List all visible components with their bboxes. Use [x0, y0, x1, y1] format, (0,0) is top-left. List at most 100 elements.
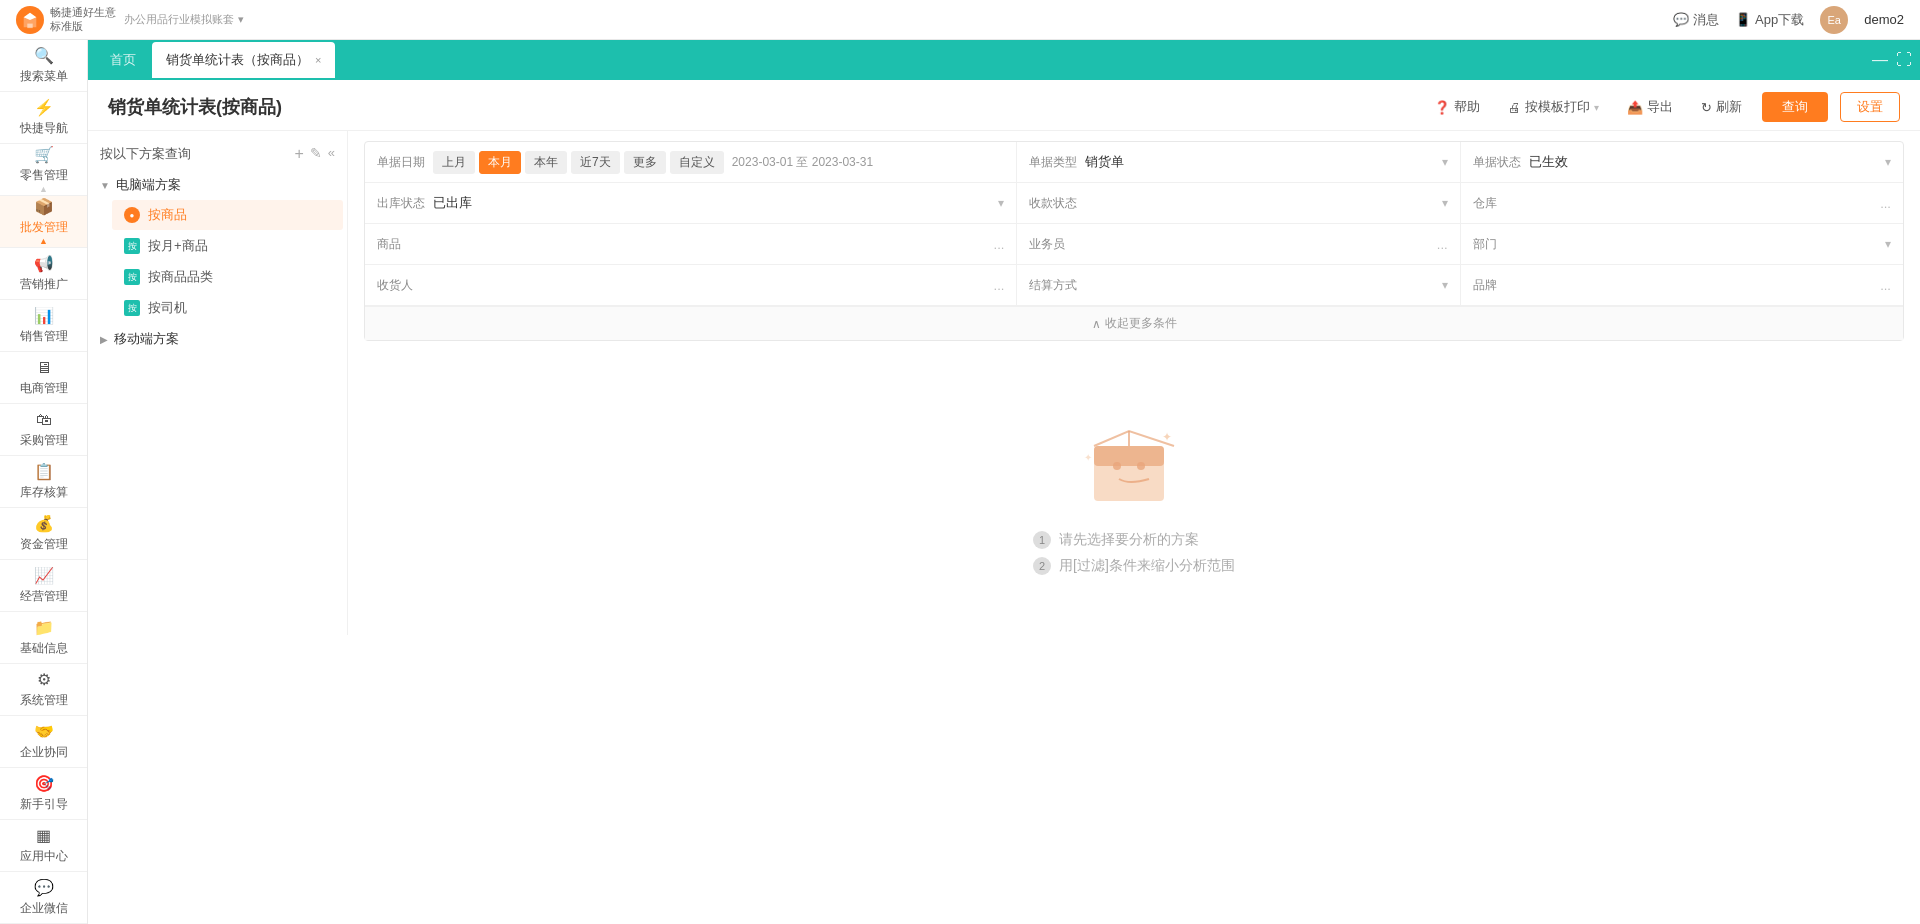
download-icon: 📱	[1735, 12, 1751, 27]
collapse-bar[interactable]: ∧ 收起更多条件	[365, 306, 1903, 340]
purchase-icon: 🛍	[36, 411, 52, 429]
left-panel-title: 按以下方案查询	[100, 145, 191, 163]
page-title: 销货单统计表(按商品)	[108, 95, 282, 119]
app-download-button[interactable]: 📱 App下载	[1735, 11, 1804, 29]
sidebar: 🔍 搜索菜单 ⚡ 快捷导航 🛒 零售管理 ▲ 📦 批发管理 ▲ 📢 营销推广 📊…	[0, 40, 88, 924]
sidebar-item-sales[interactable]: 📊 销售管理	[0, 300, 87, 352]
product-label: 商品	[377, 236, 401, 253]
tab-home[interactable]: 首页	[96, 45, 150, 75]
sidebar-item-appstore[interactable]: ▦ 应用中心	[0, 820, 87, 872]
sidebar-item-search[interactable]: 🔍 搜索菜单	[0, 40, 87, 92]
sidebar-item-inventory[interactable]: 📋 库存核算	[0, 456, 87, 508]
paymentstatus-label: 收款状态	[1029, 195, 1077, 212]
company-selector[interactable]: 办公用品行业模拟账套 ▾	[124, 12, 244, 27]
settlement-label: 结算方式	[1029, 277, 1077, 294]
date-btn-this-month[interactable]: 本月	[479, 151, 521, 174]
sidebar-item-marketing[interactable]: 📢 营销推广	[0, 248, 87, 300]
docstatus-select[interactable]: 已生效 ▾	[1529, 153, 1891, 171]
settlement-select[interactable]: ▾	[1085, 278, 1447, 292]
tab-active[interactable]: 销货单统计表（按商品） ×	[152, 42, 335, 78]
help-button[interactable]: ❓ 帮助	[1426, 94, 1488, 120]
date-row: 上月 本月 本年 近7天 更多 自定义 2023-03-01 至 2023-03…	[433, 151, 873, 174]
date-btn-last-month[interactable]: 上月	[433, 151, 475, 174]
logo-icon	[16, 6, 44, 34]
date-btn-7days[interactable]: 近7天	[571, 151, 620, 174]
filter-row-4: 收货人 ... 结算方式 ▾	[365, 265, 1903, 306]
tab-bar: 首页 销货单统计表（按商品） × — ⛶	[88, 40, 1920, 80]
date-range: 2023-03-01 至 2023-03-31	[732, 154, 873, 171]
tip-num-1: 1	[1033, 531, 1051, 549]
user-name[interactable]: demo2	[1864, 12, 1904, 27]
sidebar-item-guide[interactable]: 🎯 新手引导	[0, 768, 87, 820]
date-btn-custom[interactable]: 自定义	[670, 151, 724, 174]
tab-minimize-icon[interactable]: —	[1872, 51, 1888, 69]
product-dots[interactable]: ...	[994, 237, 1005, 252]
appstore-icon: ▦	[36, 826, 51, 845]
paymentstatus-select[interactable]: ▾	[1085, 196, 1447, 210]
sidebar-item-collab[interactable]: 🤝 企业协同	[0, 716, 87, 768]
topbar-right: 💬 消息 📱 App下载 Ea demo2	[1673, 6, 1904, 34]
warehouse-label: 仓库	[1473, 195, 1497, 212]
sidebar-item-operations[interactable]: 📈 经营管理	[0, 560, 87, 612]
department-select[interactable]: ▾	[1505, 237, 1891, 251]
scheme-item-by-product[interactable]: ● 按商品	[112, 200, 343, 230]
docstatus-label: 单据状态	[1473, 154, 1521, 171]
sidebar-item-finance[interactable]: 💰 资金管理	[0, 508, 87, 560]
scheme-item-by-month-product[interactable]: 按 按月+商品	[112, 231, 343, 261]
salesperson-dots[interactable]: ...	[1437, 237, 1448, 252]
mobile-group-header[interactable]: ▶ 移动端方案	[88, 325, 347, 353]
system-icon: ⚙	[37, 670, 51, 689]
date-btn-this-year[interactable]: 本年	[525, 151, 567, 174]
edit-scheme-icon[interactable]: ✎	[310, 145, 322, 163]
doctype-label: 单据类型	[1029, 154, 1077, 171]
stockstatus-select[interactable]: 已出库 ▾	[433, 194, 1004, 212]
help-icon: ❓	[1434, 100, 1450, 115]
desktop-group-header[interactable]: ▼ 电脑端方案	[88, 171, 347, 199]
collapse-icon: ▲	[39, 236, 48, 246]
filter-cell-paymentstatus: 收款状态 ▾	[1017, 183, 1460, 223]
settings-button[interactable]: 设置	[1840, 92, 1900, 122]
doctype-arrow-icon: ▾	[1442, 155, 1448, 169]
filter-row-3: 商品 ... 业务员 ...	[365, 224, 1903, 265]
doctype-select[interactable]: 销货单 ▾	[1085, 153, 1447, 171]
wholesale-icon: 📦	[34, 197, 54, 216]
message-button[interactable]: 💬 消息	[1673, 11, 1719, 29]
scheme-item-icon-driver: 按	[124, 300, 140, 316]
scheme-item-by-driver[interactable]: 按 按司机	[112, 293, 343, 323]
scheme-item-by-category[interactable]: 按 按商品品类	[112, 262, 343, 292]
print-arrow-icon: ▾	[1594, 102, 1599, 113]
brand-dots[interactable]: ...	[1880, 278, 1891, 293]
sidebar-item-purchase[interactable]: 🛍 采购管理	[0, 404, 87, 456]
guide-icon: 🎯	[34, 774, 54, 793]
page-actions: ❓ 帮助 🖨 按模板打印 ▾ 📤 导出 ↻	[1426, 92, 1900, 122]
mobile-arrow-icon: ▶	[100, 334, 108, 345]
sidebar-item-basicinfo[interactable]: 📁 基础信息	[0, 612, 87, 664]
sidebar-item-ecommerce[interactable]: 🖥 电商管理	[0, 352, 87, 404]
refresh-button[interactable]: ↻ 刷新	[1693, 94, 1750, 120]
scheme-item-icon-category: 按	[124, 269, 140, 285]
sidebar-item-quicknav[interactable]: ⚡ 快捷导航	[0, 92, 87, 144]
print-button[interactable]: 🖨 按模板打印 ▾	[1500, 94, 1607, 120]
tab-maximize-icon[interactable]: ⛶	[1896, 51, 1912, 69]
sidebar-item-weixin[interactable]: 💬 企业微信	[0, 872, 87, 924]
content-wrapper: 按以下方案查询 + ✎ « ▼ 电脑端方	[88, 131, 1920, 635]
tab-close-icon[interactable]: ×	[315, 54, 321, 66]
svg-text:✦: ✦	[1084, 452, 1092, 463]
filter-cell-docstatus: 单据状态 已生效 ▾	[1461, 142, 1903, 182]
brand-label: 品牌	[1473, 277, 1497, 294]
sidebar-item-system[interactable]: ⚙ 系统管理	[0, 664, 87, 716]
filter-cell-settlement: 结算方式 ▾	[1017, 265, 1460, 305]
collapse-panel-icon[interactable]: «	[328, 145, 335, 163]
filter-row-2: 出库状态 已出库 ▾ 收款状态	[365, 183, 1903, 224]
page-inner: 销货单统计表(按商品) ❓ 帮助 🖨 按模板打印 ▾ 📤	[88, 80, 1920, 924]
receiver-dots[interactable]: ...	[994, 278, 1005, 293]
empty-state: ✦ ✦ 1 请先选择要分析的方案 2	[348, 351, 1920, 635]
sidebar-item-retail[interactable]: 🛒 零售管理 ▲	[0, 144, 87, 196]
query-button[interactable]: 查询	[1762, 92, 1828, 122]
add-scheme-icon[interactable]: +	[294, 145, 303, 163]
export-button[interactable]: 📤 导出	[1619, 94, 1681, 120]
sidebar-item-wholesale[interactable]: 📦 批发管理 ▲	[0, 196, 87, 248]
date-btn-more[interactable]: 更多	[624, 151, 666, 174]
inventory-icon: 📋	[34, 462, 54, 481]
warehouse-dots[interactable]: ...	[1880, 196, 1891, 211]
